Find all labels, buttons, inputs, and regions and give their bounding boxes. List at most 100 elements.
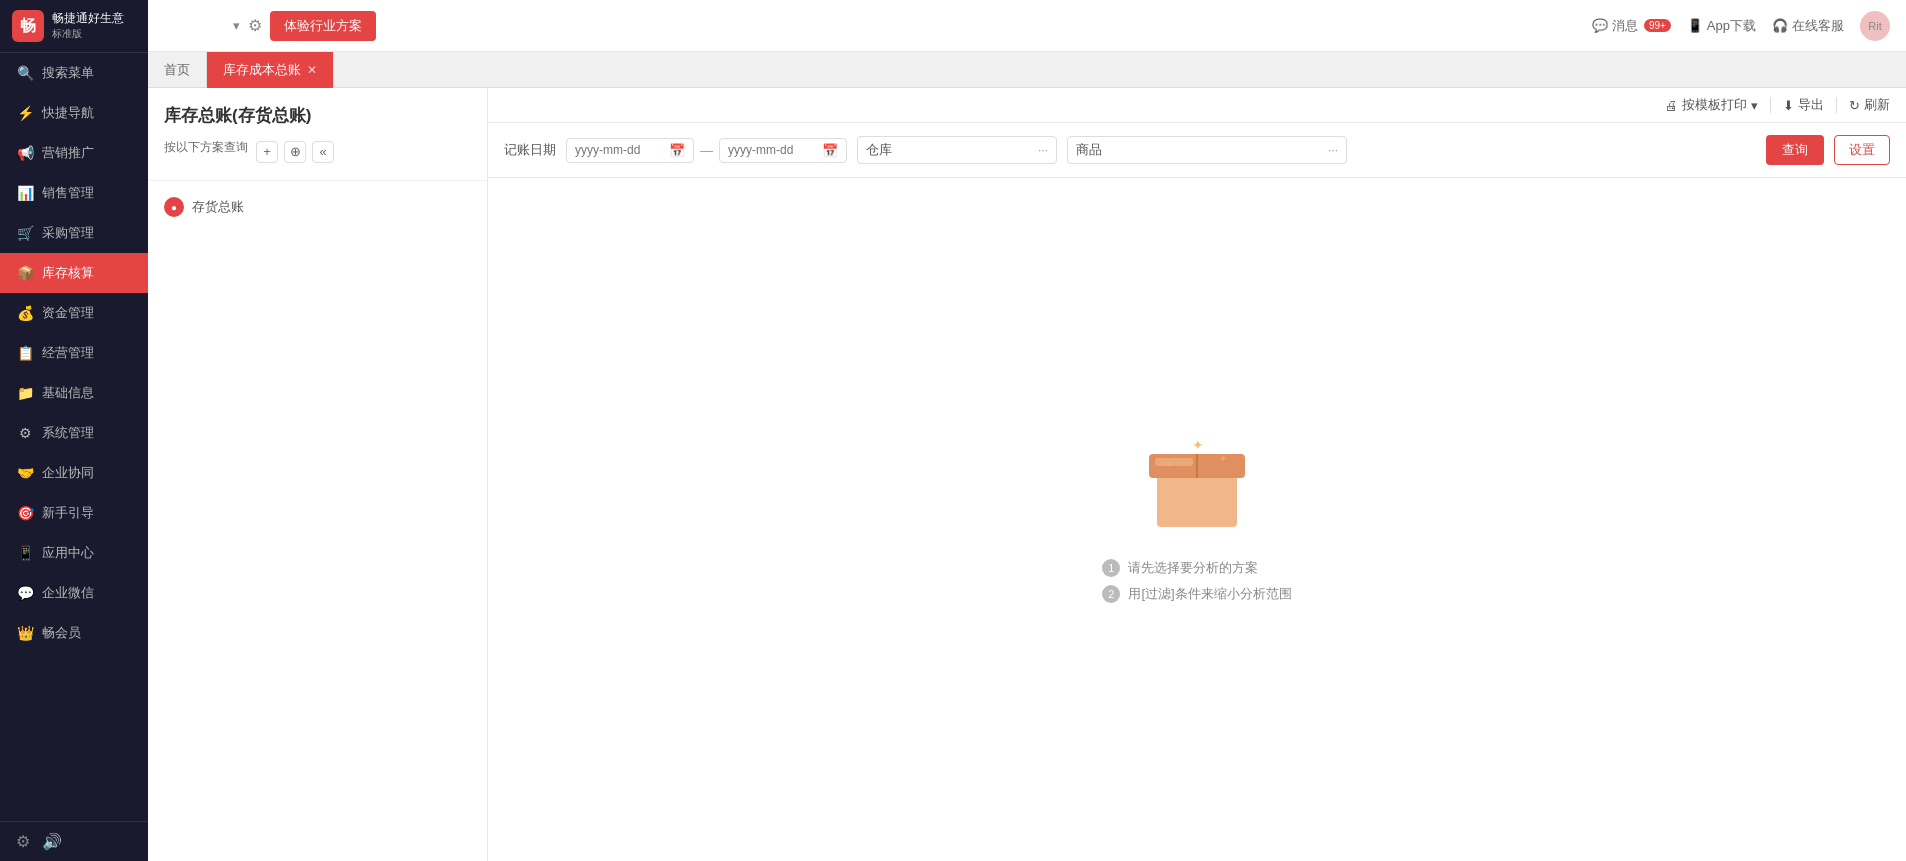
empty-illustration: ✦ ✦ ✦ xyxy=(1137,432,1257,535)
step-2: 2 用[过滤]条件来缩小分析范围 xyxy=(1102,581,1291,607)
tab-inventory-ledger[interactable]: 库存成本总账 ✕ xyxy=(207,52,334,88)
list-item[interactable]: ● 存货总账 xyxy=(148,189,487,225)
left-panel: 库存总账(存货总账) 按以下方案查询 + ⊕ « xyxy=(148,88,488,861)
date-separator: — xyxy=(700,143,713,158)
sidebar-item-sales[interactable]: 📊 销售管理 xyxy=(0,173,148,213)
refresh-icon: ↻ xyxy=(1849,98,1860,113)
filter-icon: ⊕ xyxy=(290,144,301,159)
sidebar-bottom: ⚙ 🔊 xyxy=(0,821,148,861)
sidebar-item-purchase[interactable]: 🛒 采购管理 xyxy=(0,213,148,253)
sidebar-item-quick-nav[interactable]: ⚡ 快捷导航 xyxy=(0,93,148,133)
warehouse-select[interactable]: 仓库 ··· xyxy=(857,136,1057,164)
empty-box-svg: ✦ ✦ ✦ xyxy=(1137,432,1257,532)
empty-steps: 1 请先选择要分析的方案 2 用[过滤]条件来缩小分析范围 xyxy=(1102,555,1291,607)
sidebar-item-label: 搜索菜单 xyxy=(42,64,94,82)
item-label: 存货总账 xyxy=(192,198,244,216)
sidebar-item-label: 销售管理 xyxy=(42,184,94,202)
add-filter-btn[interactable]: + xyxy=(256,141,278,163)
basic-info-icon: 📁 xyxy=(16,384,34,402)
sidebar-item-system[interactable]: ⚙ 系统管理 xyxy=(0,413,148,453)
search-menu-icon: 🔍 xyxy=(16,64,34,82)
sidebar-item-label: 库存核算 xyxy=(42,264,94,282)
guide-icon: 🎯 xyxy=(16,504,34,522)
left-panel-header: 库存总账(存货总账) 按以下方案查询 + ⊕ « xyxy=(148,88,487,181)
sidebar-item-basic-info[interactable]: 📁 基础信息 xyxy=(0,373,148,413)
step-1: 1 请先选择要分析的方案 xyxy=(1102,555,1291,581)
calendar-icon-2[interactable]: 📅 xyxy=(822,143,838,158)
query-button[interactable]: 查询 xyxy=(1766,135,1824,165)
settings-button[interactable]: 设置 xyxy=(1834,135,1890,165)
message-badge: 99+ xyxy=(1644,19,1671,32)
goods-more-icon: ··· xyxy=(1328,143,1338,157)
topbar-left: ▾ ⚙ 体验行业方案 xyxy=(164,11,1582,41)
sidebar-item-inventory[interactable]: 📦 库存核算 xyxy=(0,253,148,293)
sidebar-item-search-menu[interactable]: 🔍 搜索菜单 xyxy=(0,53,148,93)
toolbar-divider xyxy=(1770,97,1771,113)
gear-icon[interactable]: ⚙ xyxy=(248,16,262,35)
sidebar-nav: 🔍 搜索菜单 ⚡ 快捷导航 📢 营销推广 📊 销售管理 🛒 采购管理 📦 库存核… xyxy=(0,53,148,821)
goods-label: 商品 xyxy=(1076,141,1324,159)
online-service-btn[interactable]: 🎧 在线客服 xyxy=(1772,17,1844,35)
empty-state: ✦ ✦ ✦ 1 请先选择要分析的方案 2 用[过滤]条件来缩小分析范围 xyxy=(488,178,1906,861)
sidebar-item-wechat[interactable]: 💬 企业微信 xyxy=(0,573,148,613)
operations-icon: 📋 xyxy=(16,344,34,362)
topbar-right: 💬 消息 99+ 📱 App下载 🎧 在线客服 Rit xyxy=(1592,11,1890,41)
more-icon: ··· xyxy=(1038,143,1048,157)
step-1-text: 请先选择要分析的方案 xyxy=(1128,555,1258,581)
message-label: 消息 xyxy=(1612,17,1638,35)
print-btn[interactable]: 🖨 按模板打印 ▾ xyxy=(1665,96,1758,114)
sidebar-item-label: 资金管理 xyxy=(42,304,94,322)
right-panel: 🖨 按模板打印 ▾ ⬇ 导出 ↻ 刷新 记账日期 xyxy=(488,88,1906,861)
settings-icon[interactable]: ⚙ xyxy=(16,832,30,851)
chevron-down-icon: ▾ xyxy=(1751,98,1758,113)
date-to-field[interactable] xyxy=(728,143,818,157)
phone-icon: 📱 xyxy=(1687,18,1703,33)
chevron-down-icon: ▾ xyxy=(233,18,240,33)
sidebar-item-member[interactable]: 👑 畅会员 xyxy=(0,613,148,653)
filter-label: 按以下方案查询 xyxy=(164,139,248,156)
refresh-btn[interactable]: ↻ 刷新 xyxy=(1849,96,1890,114)
headset-icon: 🎧 xyxy=(1772,18,1788,33)
calendar-icon[interactable]: 📅 xyxy=(669,143,685,158)
tab-close-icon[interactable]: ✕ xyxy=(307,63,317,77)
filter-items: ● 存货总账 xyxy=(148,181,487,233)
collapse-icon: « xyxy=(319,144,326,159)
svg-rect-3 xyxy=(1155,458,1193,466)
logo-title: 畅捷通好生意 xyxy=(52,11,124,27)
sidebar-item-label: 经营管理 xyxy=(42,344,94,362)
date-from-field[interactable] xyxy=(575,143,665,157)
audio-icon[interactable]: 🔊 xyxy=(42,832,62,851)
svg-rect-0 xyxy=(1157,472,1237,527)
export-icon: ⬇ xyxy=(1783,98,1794,113)
sales-icon: 📊 xyxy=(16,184,34,202)
sidebar-item-label: 应用中心 xyxy=(42,544,94,562)
sidebar-item-marketing[interactable]: 📢 营销推广 xyxy=(0,133,148,173)
date-to-input[interactable]: 📅 xyxy=(719,138,847,163)
toolbar: 🖨 按模板打印 ▾ ⬇ 导出 ↻ 刷新 xyxy=(488,88,1906,123)
sidebar-item-app-center[interactable]: 📱 应用中心 xyxy=(0,533,148,573)
date-from-input[interactable]: 📅 xyxy=(566,138,694,163)
tab-home[interactable]: 首页 xyxy=(148,52,207,88)
selector-text xyxy=(164,17,229,35)
sidebar-item-guide[interactable]: 🎯 新手引导 xyxy=(0,493,148,533)
message-btn[interactable]: 💬 消息 99+ xyxy=(1592,17,1671,35)
purchase-icon: 🛒 xyxy=(16,224,34,242)
export-btn[interactable]: ⬇ 导出 xyxy=(1783,96,1824,114)
avatar[interactable]: Rit xyxy=(1860,11,1890,41)
sidebar-item-enterprise[interactable]: 🤝 企业协同 xyxy=(0,453,148,493)
sidebar-item-label: 基础信息 xyxy=(42,384,94,402)
app-center-icon: 📱 xyxy=(16,544,34,562)
sidebar-item-finance[interactable]: 💰 资金管理 xyxy=(0,293,148,333)
collapse-btn[interactable]: « xyxy=(312,141,334,163)
app-download-btn[interactable]: 📱 App下载 xyxy=(1687,17,1756,35)
marketing-icon: 📢 xyxy=(16,144,34,162)
member-icon: 👑 xyxy=(16,624,34,642)
step-1-num: 1 xyxy=(1102,559,1120,577)
filter-btn[interactable]: ⊕ xyxy=(284,141,306,163)
svg-text:✦: ✦ xyxy=(1165,460,1172,469)
topbar-selector[interactable]: ▾ xyxy=(164,17,240,35)
sidebar-item-operations[interactable]: 📋 经营管理 xyxy=(0,333,148,373)
industry-btn[interactable]: 体验行业方案 xyxy=(270,11,376,41)
query-bar: 记账日期 📅 — 📅 仓库 ··· xyxy=(488,123,1906,178)
goods-select[interactable]: 商品 ··· xyxy=(1067,136,1347,164)
